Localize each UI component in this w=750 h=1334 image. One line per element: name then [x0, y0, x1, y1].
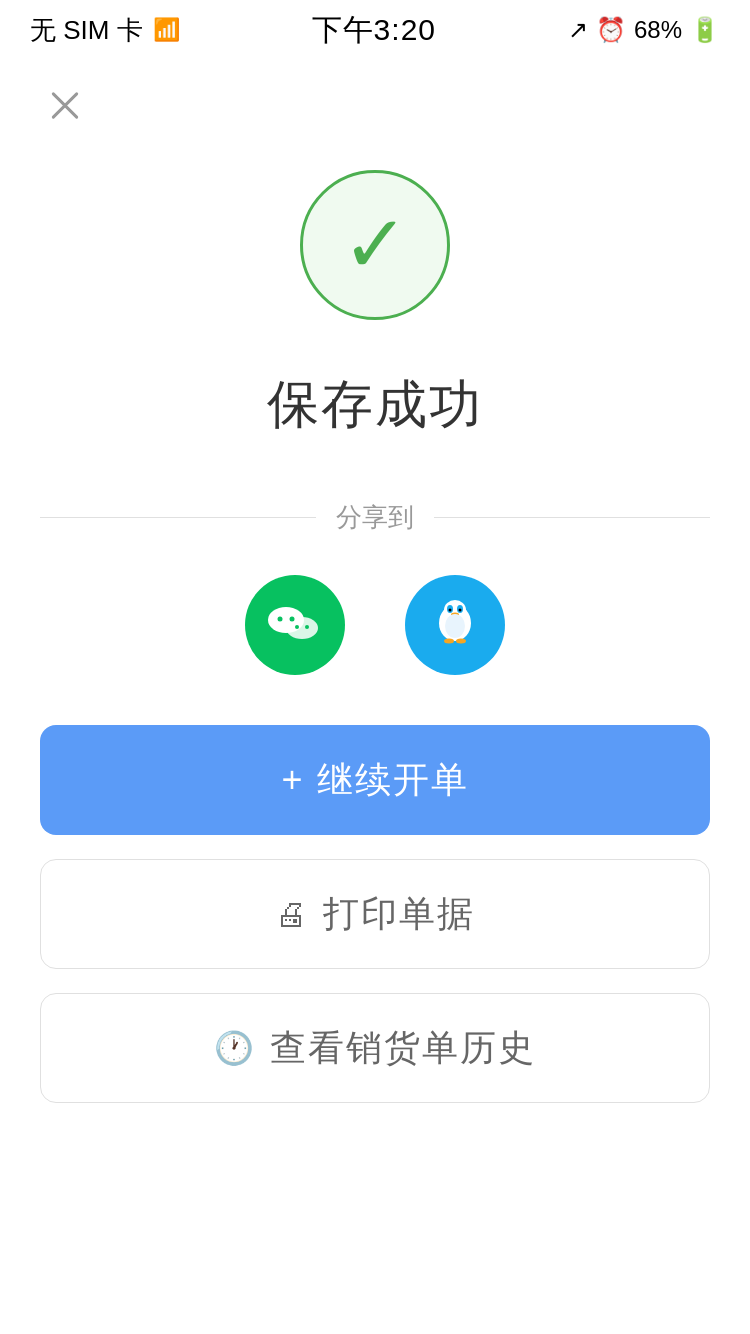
print-icon: 🖨	[275, 896, 309, 933]
status-time: 下午3:20	[312, 10, 436, 51]
share-icons	[40, 575, 710, 675]
qq-share-button[interactable]	[405, 575, 505, 675]
status-bar: 无 SIM 卡 📶 下午3:20 ↗ ⏰ 68% 🔋	[0, 0, 750, 60]
svg-point-4	[295, 625, 299, 629]
svg-point-11	[459, 609, 462, 612]
status-right: ↗ ⏰ 68% 🔋	[568, 16, 720, 44]
history-label: 查看销货单历史	[270, 1024, 536, 1073]
svg-point-3	[290, 617, 295, 622]
alarm-icon: ⏰	[596, 16, 626, 44]
svg-point-13	[445, 614, 465, 638]
wechat-share-button[interactable]	[245, 575, 345, 675]
history-icon: 🕐	[214, 1029, 256, 1067]
main-content: ✓ 保存成功 分享到	[0, 60, 750, 1123]
qq-icon-svg	[425, 595, 485, 655]
wechat-icon-svg	[264, 594, 326, 656]
share-section: 分享到	[40, 500, 710, 675]
svg-point-15	[456, 639, 466, 644]
status-left: 无 SIM 卡 📶	[30, 13, 180, 48]
print-label: 打印单据	[323, 890, 475, 939]
battery-icon: 🔋	[690, 16, 720, 44]
continue-button[interactable]: + 继续开单	[40, 725, 710, 835]
print-button[interactable]: 🖨 打印单据	[40, 859, 710, 969]
close-button-container	[40, 80, 710, 130]
location-icon: ↗	[568, 16, 588, 44]
svg-point-5	[305, 625, 309, 629]
checkmark-icon: ✓	[342, 205, 409, 285]
svg-point-14	[444, 639, 454, 644]
share-divider: 分享到	[40, 500, 710, 535]
share-label: 分享到	[336, 500, 414, 535]
sim-label: 无 SIM 卡	[30, 13, 143, 48]
svg-point-10	[449, 609, 452, 612]
success-circle: ✓	[300, 170, 450, 320]
action-buttons: + 继续开单 🖨 打印单据 🕐 查看销货单历史	[40, 725, 710, 1103]
success-title: 保存成功	[267, 370, 483, 440]
wifi-icon: 📶	[153, 17, 180, 43]
history-button[interactable]: 🕐 查看销货单历史	[40, 993, 710, 1103]
close-button[interactable]	[40, 80, 90, 130]
battery-label: 68%	[634, 16, 682, 44]
svg-point-2	[278, 617, 283, 622]
